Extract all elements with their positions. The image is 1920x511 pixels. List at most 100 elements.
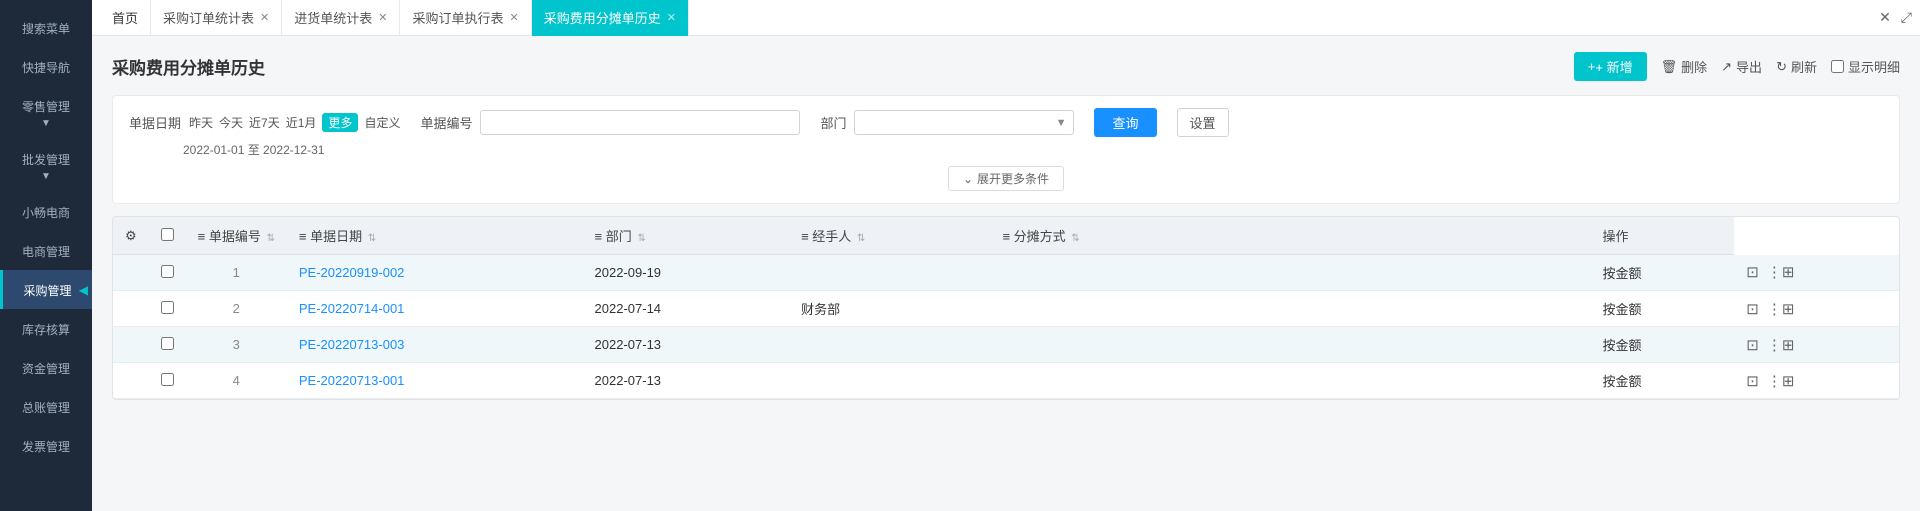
doc-no-link[interactable]: PE-20220919-002 <box>299 265 405 280</box>
dept-col-header[interactable]: ≡ 部门 ⇅ <box>583 217 790 255</box>
row-split-method: 按金额 <box>1590 327 1734 363</box>
show-name-checkbox[interactable] <box>1831 60 1844 73</box>
po-exec-tab-label: 采购订单执行表 <box>412 8 503 27</box>
sidebar-item-inventory[interactable]: 库存核算 <box>0 309 92 348</box>
show-name-checkbox-group[interactable]: 显示明细 <box>1831 57 1900 76</box>
expand-more-button[interactable]: ⌄ 展开更多条件 <box>948 166 1064 191</box>
split-method-col-label: ≡ 分摊方式 <box>1002 229 1065 244</box>
row-doc-no[interactable]: PE-20220713-003 <box>287 327 583 363</box>
tab-cost-split[interactable]: 采购费用分摊单历史 ✕ <box>532 0 689 36</box>
add-button[interactable]: + + 新增 <box>1574 52 1647 81</box>
close-icon[interactable]: ✕ <box>667 11 676 24</box>
export-button[interactable]: ↗ 导出 <box>1721 57 1762 76</box>
refresh-label: 刷新 <box>1791 57 1817 76</box>
sidebar-item-quick[interactable]: 快捷导航 <box>0 47 92 86</box>
doc-no-filter-group: 单据编号 <box>420 110 800 135</box>
tab-goods-stat[interactable]: 进货单统计表 ✕ <box>282 0 400 36</box>
row-actions: ⊡ ⋮⊞ <box>1734 363 1899 399</box>
sidebar-item-mini[interactable]: 小畅电商 <box>0 192 92 231</box>
doc-no-link[interactable]: PE-20220714-001 <box>299 301 405 316</box>
close-icon[interactable]: ✕ <box>378 11 387 24</box>
more-icon[interactable]: ⋮⊞ <box>1767 300 1795 318</box>
today-shortcut[interactable]: 今天 <box>219 114 243 131</box>
date-filter-label: 单据日期 <box>129 113 181 132</box>
row-checkbox[interactable] <box>161 337 174 350</box>
cost-split-tab-label: 采购费用分摊单历史 <box>544 8 661 27</box>
tab-po-stat[interactable]: 采购订单统计表 ✕ <box>151 0 282 36</box>
settings-button[interactable]: 设置 <box>1177 108 1229 137</box>
add-label: + 新增 <box>1595 57 1632 76</box>
settings-col-header[interactable]: ⚙ <box>113 217 149 255</box>
row-num: 4 <box>186 363 287 399</box>
close-icon[interactable]: ✕ <box>260 11 269 24</box>
row-num: 2 <box>186 291 287 327</box>
month-shortcut[interactable]: 近1月 <box>286 114 317 131</box>
row-dept <box>789 255 990 291</box>
more-shortcut[interactable]: 更多 <box>322 113 358 132</box>
handler-col-header[interactable]: ≡ 经手人 ⇅ <box>789 217 990 255</box>
chevron-right-icon: ◀ <box>79 283 88 297</box>
row-doc-date: 2022-07-14 <box>583 291 790 327</box>
table-row: 3 PE-20220713-003 2022-07-13 按金额 ⊡ ⋮⊞ <box>113 327 1899 363</box>
tab-po-exec[interactable]: 采购订单执行表 ✕ <box>400 0 531 36</box>
row-handler <box>990 255 1590 291</box>
doc-date-col-header[interactable]: ≡ 单据日期 ⇅ <box>287 217 583 255</box>
doc-no-col-header[interactable]: ≡ 单据编号 ⇅ <box>186 217 287 255</box>
split-method-col-header[interactable]: ≡ 分摊方式 ⇅ <box>990 217 1590 255</box>
row-doc-no[interactable]: PE-20220714-001 <box>287 291 583 327</box>
sidebar-item-finance[interactable]: 资金管理 <box>0 348 92 387</box>
tab-home[interactable]: 首页 <box>100 0 151 36</box>
row-dept: 财务部 <box>789 291 990 327</box>
action-col-header: 操作 <box>1590 217 1734 255</box>
chevron-down-icon: ▼ <box>41 118 51 129</box>
edit-icon[interactable]: ⊡ <box>1746 263 1759 281</box>
row-settings-icon <box>113 255 149 291</box>
toolbar-actions: + + 新增 🗑 删除 ↗ 导出 ↻ 刷新 显示明细 <box>1574 52 1900 81</box>
page-header: 采购费用分摊单历史 + + 新增 🗑 删除 ↗ 导出 ↻ 刷新 <box>112 52 1900 81</box>
select-all-checkbox[interactable] <box>161 228 174 241</box>
row-doc-no[interactable]: PE-20220713-001 <box>287 363 583 399</box>
row-handler <box>990 363 1590 399</box>
sidebar-item-wholesale[interactable]: 批发管理 ▼ <box>0 139 92 192</box>
table-header-row: ⚙ ≡ 单据编号 ⇅ ≡ 单据日期 ⇅ ≡ 部门 <box>113 217 1899 255</box>
doc-no-link[interactable]: PE-20220713-001 <box>299 373 405 388</box>
custom-shortcut[interactable]: 自定义 <box>364 114 400 131</box>
edit-icon[interactable]: ⊡ <box>1746 300 1759 318</box>
row-checkbox[interactable] <box>161 265 174 278</box>
more-icon[interactable]: ⋮⊞ <box>1767 336 1795 354</box>
doc-no-col-label: ≡ 单据编号 <box>198 229 261 244</box>
row-checkbox[interactable] <box>161 373 174 386</box>
refresh-icon: ↻ <box>1776 59 1787 75</box>
export-label: 导出 <box>1736 57 1762 76</box>
edit-icon[interactable]: ⊡ <box>1746 336 1759 354</box>
row-checkbox[interactable] <box>161 301 174 314</box>
sidebar-item-search[interactable]: 搜索菜单 <box>0 8 92 47</box>
chevron-down-icon: ⌄ <box>963 172 973 186</box>
more-icon[interactable]: ⋮⊞ <box>1767 372 1795 390</box>
row-doc-date: 2022-07-13 <box>583 363 790 399</box>
row-doc-no[interactable]: PE-20220919-002 <box>287 255 583 291</box>
doc-no-input[interactable] <box>480 110 800 135</box>
sidebar-item-ecom[interactable]: 电商管理 <box>0 231 92 270</box>
yesterday-shortcut[interactable]: 昨天 <box>189 114 213 131</box>
sidebar-item-invoice[interactable]: 发票管理 <box>0 426 92 465</box>
close-all-icon[interactable]: ✕ <box>1879 9 1891 26</box>
edit-icon[interactable]: ⊡ <box>1746 372 1759 390</box>
row-actions: ⊡ ⋮⊞ <box>1734 327 1899 363</box>
sidebar-item-ledger[interactable]: 总账管理 <box>0 387 92 426</box>
refresh-button[interactable]: ↻ 刷新 <box>1776 57 1817 76</box>
dept-input[interactable] <box>854 110 1074 135</box>
maximize-icon[interactable]: ⤢ <box>1901 9 1912 26</box>
sidebar-item-retail[interactable]: 零售管理 ▼ <box>0 86 92 139</box>
goods-stat-tab-label: 进货单统计表 <box>294 8 372 27</box>
delete-button[interactable]: 🗑 删除 <box>1661 57 1708 76</box>
row-checkbox-cell <box>149 255 186 291</box>
doc-no-link[interactable]: PE-20220713-003 <box>299 337 405 352</box>
more-icon[interactable]: ⋮⊞ <box>1767 263 1795 281</box>
query-button[interactable]: 查询 <box>1094 108 1156 137</box>
week-shortcut[interactable]: 近7天 <box>249 114 280 131</box>
row-num: 1 <box>186 255 287 291</box>
close-icon[interactable]: ✕ <box>510 11 519 24</box>
sidebar-item-purchase[interactable]: 采购管理 ◀ <box>0 270 92 309</box>
row-actions: ⊡ ⋮⊞ <box>1734 291 1899 327</box>
